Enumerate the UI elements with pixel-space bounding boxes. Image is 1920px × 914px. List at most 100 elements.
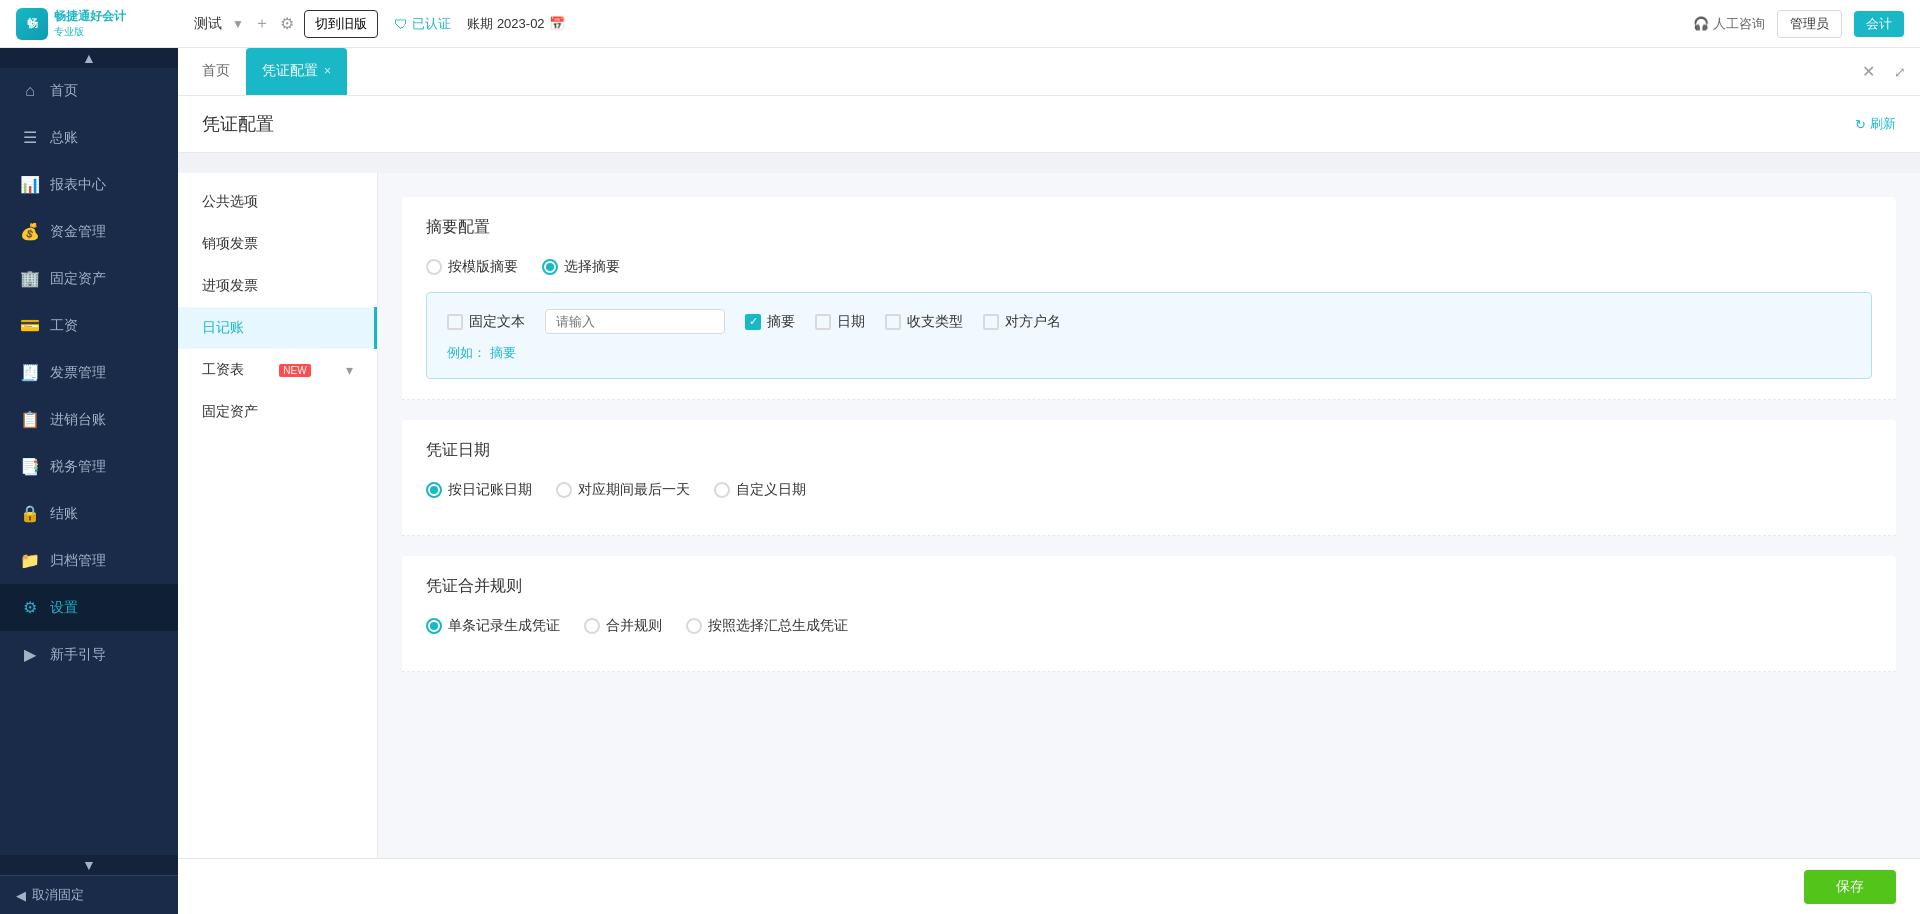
right-content: 摘要配置 按模版摘要 选择摘要 xyxy=(378,173,1920,858)
sidebar-label-asset: 固定资产 xyxy=(50,270,106,288)
consult-button[interactable]: 🎧 人工咨询 xyxy=(1693,15,1765,33)
sidebar-label-settings: 设置 xyxy=(50,599,78,617)
radio-template-summary[interactable]: 按模版摘要 xyxy=(426,258,518,276)
diary-date-circle xyxy=(426,482,442,498)
counterpart-checkbox xyxy=(983,314,999,330)
fixed-text-input[interactable] xyxy=(545,309,725,334)
save-button[interactable]: 保存 xyxy=(1804,870,1896,904)
custom-date-circle xyxy=(714,482,730,498)
merge-rules-radio-group: 单条记录生成凭证 合并规则 按照选择汇总生成凭证 xyxy=(426,617,1872,635)
accountant-button[interactable]: 会计 xyxy=(1854,11,1904,37)
payroll-expand-icon[interactable]: ▾ xyxy=(346,362,353,378)
sidebar-label-sales: 进销台账 xyxy=(50,411,106,429)
divider-2 xyxy=(402,535,1896,536)
sidebar-item-archive[interactable]: 📁 归档管理 xyxy=(0,537,178,584)
calendar-icon[interactable]: 📅 xyxy=(549,16,565,31)
payroll-label: 工资表 xyxy=(202,361,244,379)
settings-icon[interactable]: ⚙ xyxy=(280,14,294,33)
sidebar-label-home: 首页 xyxy=(50,82,78,100)
sidebar-item-home[interactable]: ⌂ 首页 xyxy=(0,68,178,114)
cancel-fixed-button[interactable]: ◀ 取消固定 xyxy=(16,886,162,904)
sidebar-item-ledger[interactable]: ☰ 总账 xyxy=(0,114,178,161)
window-expand-button[interactable]: ⤢ xyxy=(1888,60,1912,84)
report-icon: 📊 xyxy=(20,175,40,194)
ledger-icon: ☰ xyxy=(20,128,40,147)
page-header: 凭证配置 ↻ 刷新 xyxy=(178,96,1920,153)
merge-rules-body: 单条记录生成凭证 合并规则 按照选择汇总生成凭证 xyxy=(402,617,1896,671)
logo-icon: 畅 xyxy=(16,8,48,40)
tab-home[interactable]: 首页 xyxy=(186,48,246,95)
sidebar-scroll-up[interactable]: ▲ xyxy=(0,48,178,68)
sidebar-label-guide: 新手引导 xyxy=(50,646,106,664)
sidebar-scroll-down[interactable]: ▼ xyxy=(0,855,178,875)
pin-icon: ◀ xyxy=(16,888,26,903)
manager-button[interactable]: 管理员 xyxy=(1777,10,1842,38)
radio-diary-date[interactable]: 按日记账日期 xyxy=(426,481,532,499)
bottom-bar: 保存 xyxy=(178,858,1920,914)
sidebar-label-archive: 归档管理 xyxy=(50,552,106,570)
refresh-button[interactable]: ↻ 刷新 xyxy=(1855,115,1896,133)
voucher-date-body: 按日记账日期 对应期间最后一天 自定义日期 xyxy=(402,481,1896,535)
checkbox-date[interactable]: 日期 xyxy=(815,313,865,331)
main-area: ▲ ⌂ 首页 ☰ 总账 📊 报表中心 💰 资金管理 xyxy=(0,48,1920,914)
sidebar-item-close[interactable]: 🔒 结账 xyxy=(0,490,178,537)
sidebar-item-invoice[interactable]: 🧾 发票管理 xyxy=(0,349,178,396)
sidebar-label-close: 结账 xyxy=(50,505,78,523)
menu-item-sales-invoice[interactable]: 销项发票 xyxy=(178,223,377,265)
window-close-button[interactable]: ✕ xyxy=(1856,60,1880,84)
old-version-button[interactable]: 切到旧版 xyxy=(304,10,378,38)
sidebar-label-salary: 工资 xyxy=(50,317,78,335)
asset-icon: 🏢 xyxy=(20,269,40,288)
top-bar: 畅 畅捷通好会计 专业版 测试 ▼ ＋ ⚙ 切到旧版 🛡 已认证 账期 2023… xyxy=(0,0,1920,48)
sidebar-label-invoice: 发票管理 xyxy=(50,364,106,382)
dropdown-icon[interactable]: ▼ xyxy=(232,17,244,31)
menu-item-diary[interactable]: 日记账 xyxy=(178,307,377,349)
checkbox-row: 固定文本 摘要 xyxy=(447,309,1851,334)
sidebar-label-report: 报表中心 xyxy=(50,176,106,194)
guide-icon: ▶ xyxy=(20,645,40,664)
period-last-circle xyxy=(556,482,572,498)
select-merge-circle xyxy=(686,618,702,634)
payment-type-checkbox xyxy=(885,314,901,330)
radio-single-voucher[interactable]: 单条记录生成凭证 xyxy=(426,617,560,635)
checkbox-fixed-text[interactable]: 固定文本 xyxy=(447,313,525,331)
summary-section-title: 摘要配置 xyxy=(402,197,1896,238)
checkbox-summary[interactable]: 摘要 xyxy=(745,313,795,331)
sidebar-item-tax[interactable]: 📑 税务管理 xyxy=(0,443,178,490)
page-title: 凭证配置 xyxy=(202,112,274,136)
tab-config[interactable]: 凭证配置 × xyxy=(246,48,347,95)
menu-item-fixed-asset[interactable]: 固定资产 xyxy=(178,391,377,433)
sidebar-item-settings[interactable]: ⚙ 设置 xyxy=(0,584,178,631)
sidebar-item-salary[interactable]: 💳 工资 xyxy=(0,302,178,349)
period-info: 账期 2023-02 📅 xyxy=(467,15,565,33)
single-voucher-circle xyxy=(426,618,442,634)
radio-select-merge[interactable]: 按照选择汇总生成凭证 xyxy=(686,617,848,635)
radio-custom-date[interactable]: 自定义日期 xyxy=(714,481,806,499)
radio-period-last[interactable]: 对应期间最后一天 xyxy=(556,481,690,499)
voucher-date-card: 凭证日期 按日记账日期 对应期间最后一天 xyxy=(402,420,1896,536)
summary-checkbox xyxy=(745,314,761,330)
radio-select-summary[interactable]: 选择摘要 xyxy=(542,258,620,276)
window-controls: ✕ ⤢ xyxy=(1856,60,1912,84)
tab-close-button[interactable]: × xyxy=(324,64,331,78)
add-icon[interactable]: ＋ xyxy=(254,13,270,34)
menu-item-purchase-invoice[interactable]: 进项发票 xyxy=(178,265,377,307)
sidebar-item-guide[interactable]: ▶ 新手引导 xyxy=(0,631,178,678)
summary-config-card: 摘要配置 按模版摘要 选择摘要 xyxy=(402,197,1896,400)
sidebar-bottom: ◀ 取消固定 xyxy=(0,875,178,914)
radio-merge-rules[interactable]: 合并规则 xyxy=(584,617,662,635)
sidebar-item-report[interactable]: 📊 报表中心 xyxy=(0,161,178,208)
status-area: 🛡 已认证 账期 2023-02 📅 xyxy=(394,15,565,33)
checkbox-counterpart[interactable]: 对方户名 xyxy=(983,313,1061,331)
sidebar-item-asset[interactable]: 🏢 固定资产 xyxy=(0,255,178,302)
sidebar: ▲ ⌂ 首页 ☰ 总账 📊 报表中心 💰 资金管理 xyxy=(0,48,178,914)
headphone-icon: 🎧 xyxy=(1693,16,1709,31)
menu-item-public[interactable]: 公共选项 xyxy=(178,181,377,223)
sidebar-item-capital[interactable]: 💰 资金管理 xyxy=(0,208,178,255)
sidebar-item-sales[interactable]: 📋 进销台账 xyxy=(0,396,178,443)
home-icon: ⌂ xyxy=(20,82,40,100)
sales-icon: 📋 xyxy=(20,410,40,429)
menu-item-payroll[interactable]: 工资表 NEW ▾ xyxy=(178,349,377,391)
page-content: 凭证配置 ↻ 刷新 公共选项 销项发票 进项发票 日记账 xyxy=(178,96,1920,914)
checkbox-payment-type[interactable]: 收支类型 xyxy=(885,313,963,331)
